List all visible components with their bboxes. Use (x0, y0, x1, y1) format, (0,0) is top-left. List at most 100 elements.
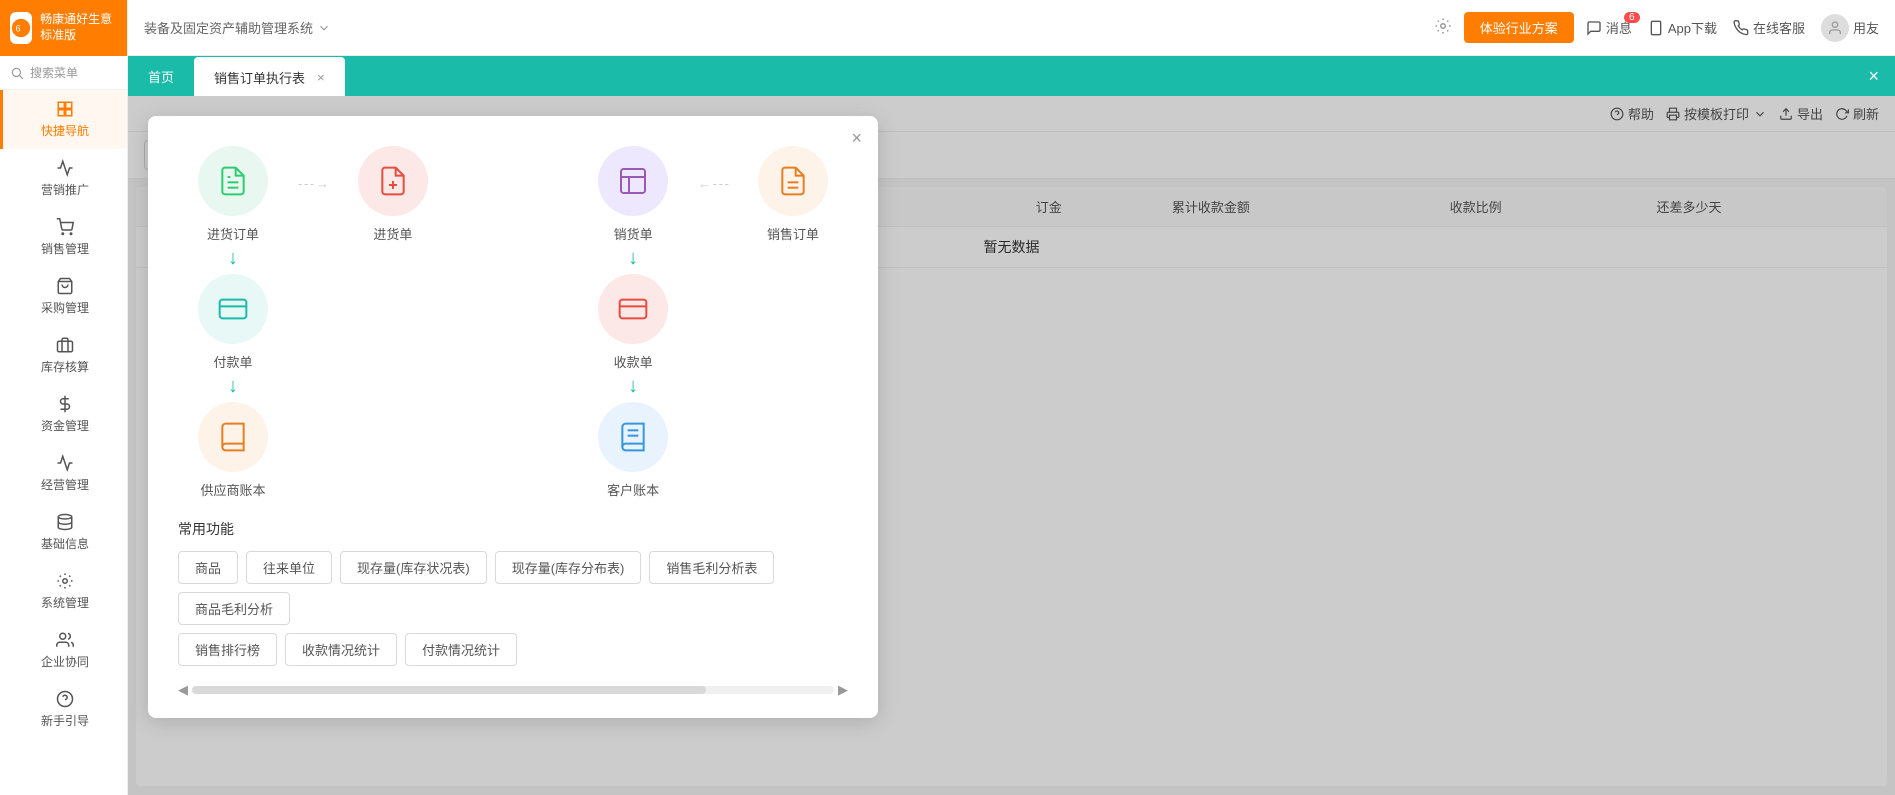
flow-node-sales-order[interactable]: 销售订单 (758, 146, 828, 243)
settings-icon[interactable] (1434, 17, 1452, 38)
sidebar-item-operation[interactable]: 经营管理 (0, 444, 127, 503)
sidebar-item-marketing[interactable]: 营销推广 (0, 149, 127, 208)
modal-overlay: × 进货订单 ↓ (128, 96, 1895, 795)
experience-btn[interactable]: 体验行业方案 (1464, 12, 1574, 43)
sidebar: 6 畅康通好生意 标准版 搜索菜单 快捷导航 营销推广 销售管理 采购管理 库存… (0, 0, 128, 795)
quick-btns-container: 商品 往来单位 现存量(库存状况表) 现存量(库存分布表) 销售毛利分析表 商品… (178, 551, 848, 625)
payment-icon (198, 274, 268, 344)
scrollbar-thumb (192, 686, 706, 694)
sales-order-node-label: 销售订单 (767, 224, 819, 243)
mid-left-col: 进货单 (338, 146, 448, 243)
tab-sales-order-label: 销售订单执行表 (214, 68, 305, 87)
flow-diagram: 进货订单 ↓ 付款单 ↓ (178, 146, 848, 499)
topbar-actions: 消息 6 App下载 在线客服 用友 (1586, 14, 1879, 42)
quick-btn-2[interactable]: 现存量(库存状况表) (340, 551, 487, 584)
scroll-right-arrow[interactable]: ▶ (838, 682, 848, 698)
nav-quick-label: 快捷导航 (41, 122, 89, 139)
nav-marketing-label: 营销推广 (41, 181, 89, 198)
modal-scrollbar: ◀ ▶ (178, 682, 848, 698)
nav-newbie-label: 新手引导 (41, 712, 89, 729)
sales-order-icon (758, 146, 828, 216)
nav-sales-label: 销售管理 (41, 240, 89, 257)
right-col: 销售订单 (738, 146, 848, 243)
flow-node-payment[interactable]: 付款单 (198, 274, 268, 371)
sidebar-search[interactable]: 搜索菜单 (0, 56, 127, 90)
sidebar-item-sales[interactable]: 销售管理 (0, 208, 127, 267)
tab-home[interactable]: 首页 (128, 56, 194, 96)
arrow-down-4: ↓ (628, 375, 638, 398)
tabbar: 首页 销售订单执行表 × × (128, 56, 1895, 96)
flow-node-supplier-ledger[interactable]: 供应商账本 (198, 402, 268, 499)
left-flow-col: 进货订单 ↓ 付款单 ↓ (178, 146, 288, 499)
user-action[interactable]: 用友 (1821, 14, 1879, 42)
flow-node-purchase-order[interactable]: 进货订单 (198, 146, 268, 243)
payment-label: 付款单 (213, 352, 252, 371)
mid-right-col: 销货单 ↓ 收款单 ↓ (578, 146, 688, 499)
quick-btns-row2: 销售排行榜 收款情况统计 付款情况统计 (178, 633, 848, 666)
h-arrow-2: ← - - - (698, 146, 728, 227)
customer-ledger-label: 客户账本 (607, 480, 659, 499)
nav-inventory-label: 库存核算 (41, 358, 89, 375)
message-badge: 6 (1624, 12, 1640, 23)
purchase-order-icon (198, 146, 268, 216)
tab-close-icon[interactable]: × (317, 70, 325, 85)
receipt-icon (598, 274, 668, 344)
quick-btn-5[interactable]: 商品毛利分析 (178, 592, 290, 625)
flow-node-receipt[interactable]: 收款单 (598, 274, 668, 371)
sidebar-item-finance[interactable]: 资金管理 (0, 385, 127, 444)
sidebar-logo: 6 畅康通好生意 标准版 (0, 0, 127, 56)
app-download-label: App下载 (1668, 18, 1717, 37)
flow-node-customer-ledger[interactable]: 客户账本 (598, 402, 668, 499)
quick-btn-0[interactable]: 商品 (178, 551, 238, 584)
h-arrow-1: - - - → (298, 146, 328, 227)
sidebar-item-enterprise[interactable]: 企业协同 (0, 621, 127, 680)
close-window-btn[interactable]: × (1852, 66, 1895, 87)
logo-icon: 6 (10, 12, 32, 44)
nav-purchase-label: 采购管理 (41, 299, 89, 316)
sidebar-item-quick[interactable]: 快捷导航 (0, 90, 127, 149)
sidebar-item-system[interactable]: 系统管理 (0, 562, 127, 621)
sidebar-item-basic[interactable]: 基础信息 (0, 503, 127, 562)
nav-basic-label: 基础信息 (41, 535, 89, 552)
search-menu-label: 搜索菜单 (30, 64, 78, 81)
user-avatar (1821, 14, 1849, 42)
sidebar-nav: 快捷导航 营销推广 销售管理 采购管理 库存核算 资金管理 经营管理 基础信息 (0, 90, 127, 795)
sales-invoice-icon (598, 146, 668, 216)
svg-text:6: 6 (16, 24, 21, 34)
quick-functions-section: 常用功能 商品 往来单位 现存量(库存状况表) 现存量(库存分布表) 销售毛利分… (178, 519, 848, 666)
flow-node-purchase-receipt[interactable]: 进货单 (358, 146, 428, 243)
modal-close-btn[interactable]: × (851, 128, 862, 149)
quick-nav-modal: × 进货订单 ↓ (148, 116, 878, 718)
user-label: 用友 (1853, 18, 1879, 37)
nav-operation-label: 经营管理 (41, 476, 89, 493)
sidebar-item-purchase[interactable]: 采购管理 (0, 267, 127, 326)
sidebar-item-newbie[interactable]: 新手引导 (0, 680, 127, 739)
flow-node-sales-invoice[interactable]: 销货单 (598, 146, 668, 243)
scroll-left-arrow[interactable]: ◀ (178, 682, 188, 698)
supplier-ledger-label: 供应商账本 (200, 480, 265, 499)
nav-system-label: 系统管理 (41, 594, 89, 611)
logo-text: 畅康通好生意 标准版 (40, 12, 117, 43)
content-area: 帮助 按模板打印 导出 刷新 yyyy-mm-dd (128, 96, 1895, 795)
quick-btn-4[interactable]: 销售毛利分析表 (649, 551, 774, 584)
quick-btn-8[interactable]: 付款情况统计 (405, 633, 517, 666)
purchase-receipt-icon (358, 146, 428, 216)
purchase-order-label: 进货订单 (207, 224, 259, 243)
message-action[interactable]: 消息 6 (1586, 18, 1632, 37)
online-service-action[interactable]: 在线客服 (1733, 18, 1805, 37)
supplier-ledger-icon (198, 402, 268, 472)
quick-btn-6[interactable]: 销售排行榜 (178, 633, 277, 666)
purchase-receipt-label: 进货单 (373, 224, 412, 243)
tab-sales-order[interactable]: 销售订单执行表 × (194, 57, 345, 97)
tab-home-label: 首页 (148, 67, 174, 86)
arrow-down-2: ↓ (228, 375, 238, 398)
quick-btn-7[interactable]: 收款情况统计 (285, 633, 397, 666)
quick-btn-1[interactable]: 往来单位 (246, 551, 332, 584)
main-area: 装备及固定资产辅助管理系统 体验行业方案 消息 6 App下载 在线客服 (128, 0, 1895, 795)
scrollbar-track[interactable] (192, 686, 834, 694)
nav-enterprise-label: 企业协同 (41, 653, 89, 670)
sidebar-item-inventory[interactable]: 库存核算 (0, 326, 127, 385)
app-download-action[interactable]: App下载 (1648, 18, 1717, 37)
arrow-down-3: ↓ (628, 247, 638, 270)
quick-btn-3[interactable]: 现存量(库存分布表) (495, 551, 642, 584)
